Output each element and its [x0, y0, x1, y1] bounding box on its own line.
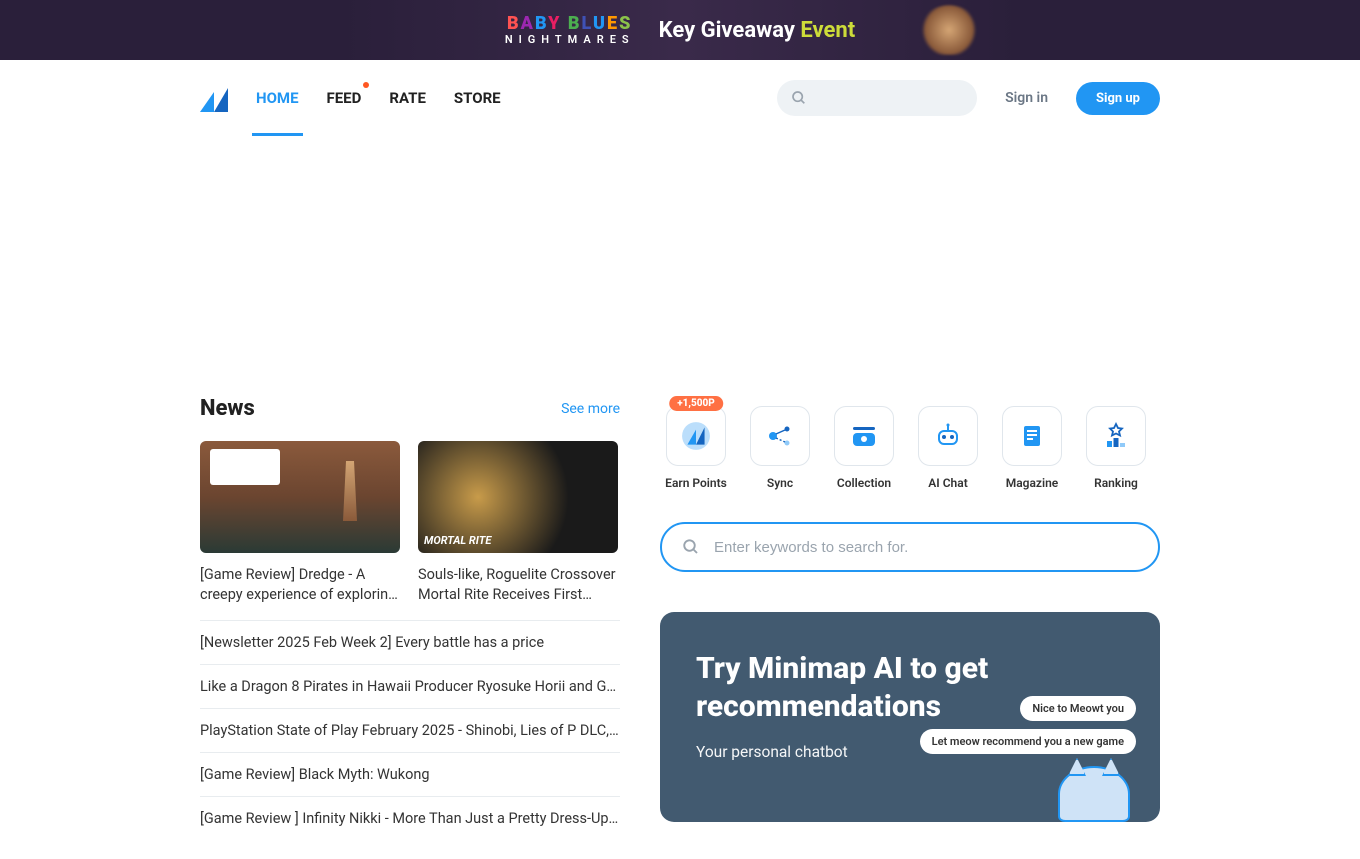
hero-placeholder: [200, 136, 1160, 396]
news-list: [Newsletter 2025 Feb Week 2] Every battl…: [200, 620, 620, 840]
tile-label: Collection: [837, 476, 891, 490]
news-card[interactable]: [Game Review] Dredge - A creepy experien…: [200, 441, 400, 604]
tile-label: Earn Points: [665, 476, 727, 490]
search-icon: [791, 90, 807, 106]
tile-earn-points[interactable]: +1,500P Earn Points: [660, 406, 732, 490]
tile-label: Magazine: [1006, 476, 1059, 490]
main-search-input[interactable]: [714, 539, 1138, 556]
tile-label: AI Chat: [928, 476, 967, 490]
banner-logo: BABY BLUES NIGHTMARES: [505, 15, 635, 45]
sign-up-button[interactable]: Sign up: [1076, 82, 1160, 115]
news-row[interactable]: [Newsletter 2025 Feb Week 2] Every battl…: [200, 620, 620, 664]
news-card-title: [Game Review] Dredge - A creepy experien…: [200, 565, 400, 604]
collection-icon: [849, 421, 879, 451]
points-badge: +1,500P: [669, 396, 723, 411]
banner-logo-line2: NIGHTMARES: [505, 34, 635, 46]
robot-icon: [933, 421, 963, 451]
see-more-link[interactable]: See more: [561, 401, 620, 417]
news-card[interactable]: MORTAL RITE Souls-like, Roguelite Crosso…: [418, 441, 618, 604]
sign-in-link[interactable]: Sign in: [1005, 90, 1048, 106]
header: HOME FEED RATE STORE Sign in Sign up: [0, 60, 1360, 136]
logo-circle-icon: [681, 421, 711, 451]
ranking-icon: [1101, 421, 1131, 451]
nav-rate[interactable]: RATE: [389, 60, 426, 136]
news-row[interactable]: [Game Review ] Infinity Nikki - More Tha…: [200, 796, 620, 840]
ai-promo-card[interactable]: Try Minimap AI to get recommendations Yo…: [660, 612, 1160, 822]
ai-bubbles: Nice to Meowt you Let meow recommend you…: [920, 696, 1136, 822]
sync-icon: [765, 421, 795, 451]
notification-dot-icon: [363, 82, 369, 88]
banner-logo-line1: BABY BLUES: [507, 15, 632, 34]
quick-tiles: +1,500P Earn Points Sync Collection AI C…: [660, 406, 1160, 490]
tile-ranking[interactable]: Ranking: [1080, 406, 1152, 490]
news-card-title: Souls-like, Roguelite Crossover Mortal R…: [418, 565, 618, 604]
tile-sync[interactable]: Sync: [744, 406, 816, 490]
news-heading: News: [200, 396, 255, 421]
news-thumb-mortal: MORTAL RITE: [418, 441, 618, 553]
tile-collection[interactable]: Collection: [828, 406, 900, 490]
chat-bubble: Nice to Meowt you: [1020, 696, 1136, 721]
nav-feed[interactable]: FEED: [327, 60, 362, 136]
tile-label: Ranking: [1094, 476, 1138, 490]
promo-banner[interactable]: BABY BLUES NIGHTMARES Key Giveaway Event: [0, 0, 1360, 60]
magazine-icon: [1017, 421, 1047, 451]
cat-mascot-icon: [1058, 766, 1130, 822]
news-row[interactable]: Like a Dragon 8 Pirates in Hawaii Produc…: [200, 664, 620, 708]
nav-store[interactable]: STORE: [454, 60, 501, 136]
banner-text: Key Giveaway Event: [659, 18, 856, 43]
tile-label: Sync: [767, 476, 793, 490]
news-thumb-dredge: [200, 441, 400, 553]
search-icon: [682, 538, 700, 556]
news-row[interactable]: [Game Review] Black Myth: Wukong: [200, 752, 620, 796]
news-row[interactable]: PlayStation State of Play February 2025 …: [200, 708, 620, 752]
nav-home[interactable]: HOME: [256, 60, 299, 136]
main-nav: HOME FEED RATE STORE: [256, 60, 501, 136]
main-search[interactable]: [660, 522, 1160, 572]
header-search[interactable]: [777, 80, 977, 116]
tile-magazine[interactable]: Magazine: [996, 406, 1068, 490]
tile-ai-chat[interactable]: AI Chat: [912, 406, 984, 490]
chat-bubble: Let meow recommend you a new game: [920, 729, 1136, 754]
site-logo[interactable]: [200, 84, 228, 112]
